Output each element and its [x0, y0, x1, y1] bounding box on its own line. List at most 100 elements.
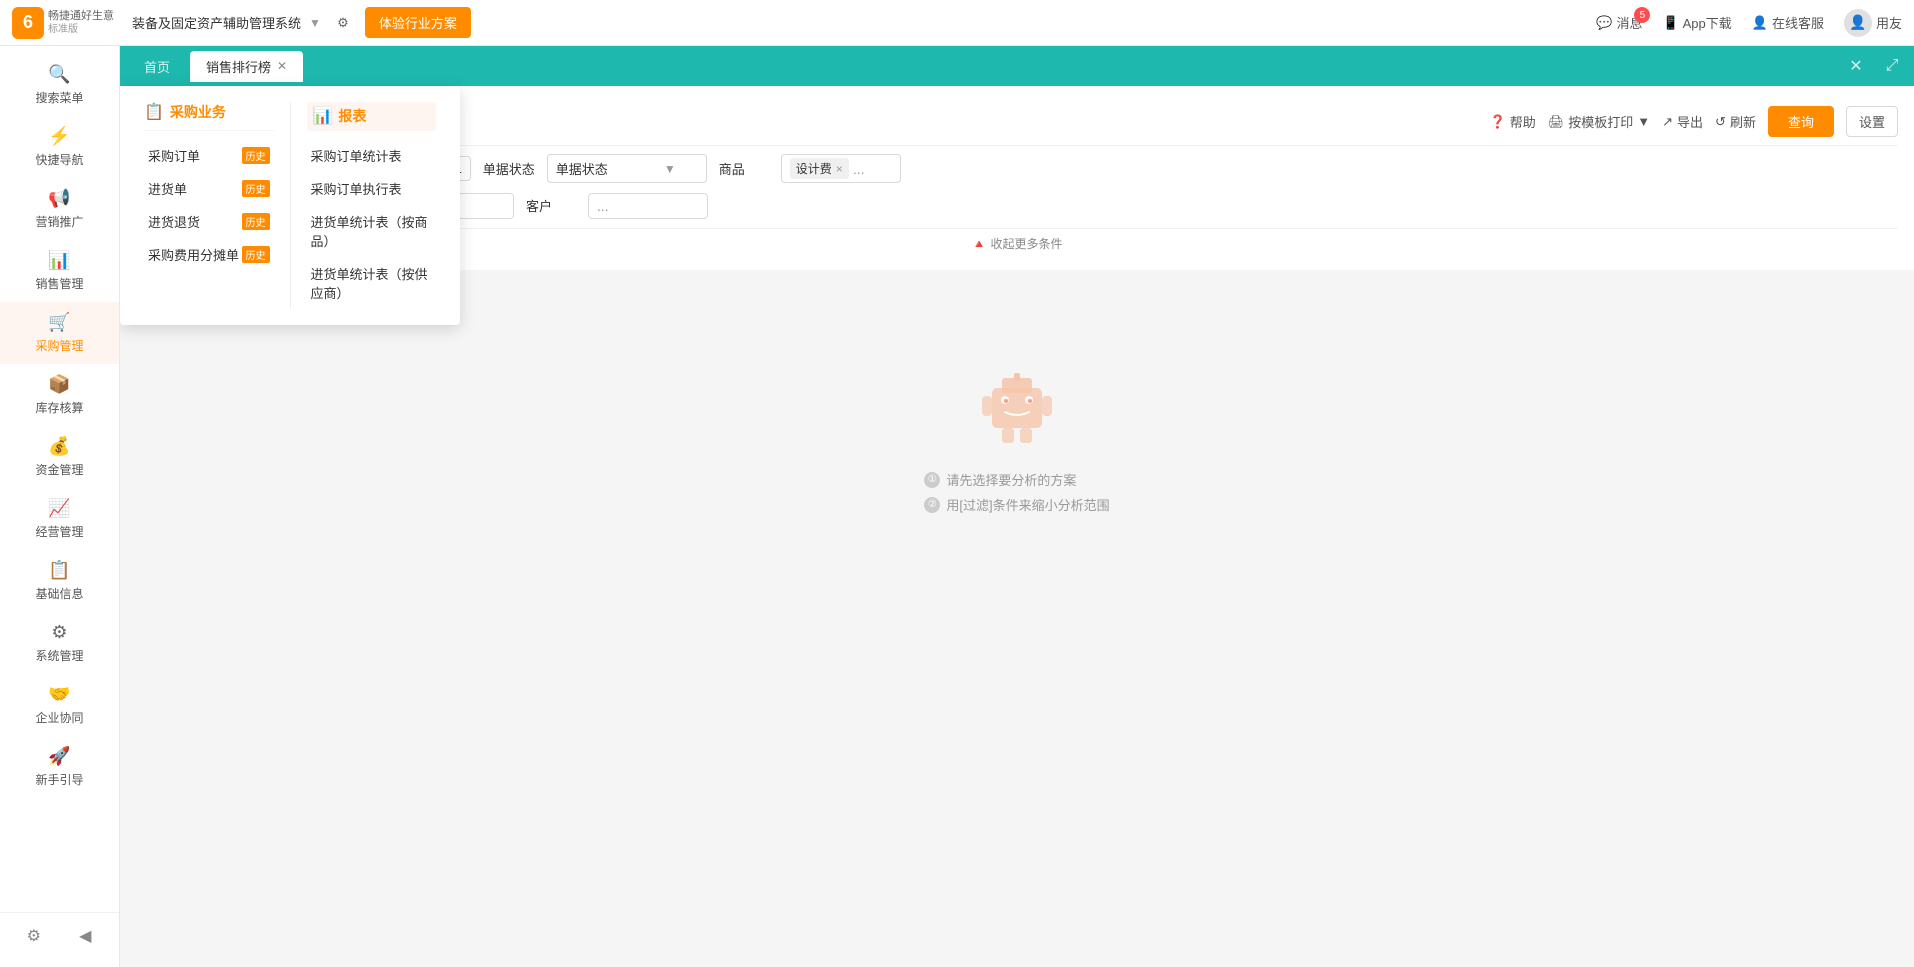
sidebar-item-sales[interactable]: 📊 销售管理 — [0, 240, 119, 302]
sidebar-item-operations[interactable]: 📈 经营管理 — [0, 488, 119, 550]
sidebar-item-search[interactable]: 🔍 搜索菜单 — [0, 54, 119, 116]
refresh-btn[interactable]: ↺ 刷新 — [1715, 112, 1756, 131]
box-icon: 📦 — [48, 374, 70, 395]
purchase-expense-history-tag: 历史 — [242, 246, 270, 263]
stock-return-label: 进货退货 — [148, 212, 200, 231]
purchase-order-history-tag: 历史 — [242, 147, 270, 164]
logo-area: 6 畅捷通好生意 标准版 — [12, 7, 132, 39]
sidebar-item-nav[interactable]: ⚡ 快捷导航 — [0, 116, 119, 178]
customer-service-btn[interactable]: 👤 在线客服 — [1752, 13, 1824, 32]
print-label: 按模板打印 — [1568, 112, 1633, 131]
help-btn[interactable]: ❓ 帮助 — [1490, 112, 1536, 131]
goods-more-btn[interactable]: ... — [853, 161, 865, 177]
status-placeholder: 单据状态 — [556, 159, 608, 178]
empty-tip-1: ① 请先选择要分析的方案 — [924, 470, 1109, 489]
sidebar: 🔍 搜索菜单 ⚡ 快捷导航 📢 营销推广 📊 销售管理 🛒 采购管理 📦 库存核… — [0, 46, 120, 967]
customer-more-btn[interactable]: ... — [597, 198, 609, 214]
speaker-icon: 📢 — [48, 188, 70, 209]
refresh-label: 刷新 — [1730, 112, 1756, 131]
tab-home-label: 首页 — [144, 57, 170, 76]
sidebar-item-purchase[interactable]: 🛒 采购管理 — [0, 302, 119, 364]
tab-expand-btn[interactable]: ⤢ — [1878, 52, 1906, 80]
stock-return-item[interactable]: 进货退货 历史 — [144, 205, 274, 238]
industry-btn[interactable]: 体验行业方案 — [365, 7, 471, 38]
query-button[interactable]: 查询 — [1768, 106, 1834, 137]
goods-filter[interactable]: 设计费 × ... — [781, 154, 901, 183]
purchase-order-item[interactable]: 采购订单 历史 — [144, 139, 274, 172]
app-download-btn[interactable]: 📱 App下载 — [1662, 13, 1731, 32]
cart-icon: 🛒 — [48, 312, 70, 333]
user-btn[interactable]: 👤 用友 — [1844, 9, 1902, 37]
purchase-expense-item[interactable]: 采购费用分摊单 历史 — [144, 238, 274, 271]
phone-icon: 📱 — [1662, 15, 1678, 31]
purchase-order-exec-item[interactable]: 采购订单执行表 — [307, 172, 437, 205]
logo-line1: 畅捷通好生意 — [48, 9, 114, 23]
purchase-dropdown-menu: 📋 采购业务 采购订单 历史 进货单 历史 进货退货 历史 采购费用分摊单 — [120, 86, 460, 325]
help-label: 帮助 — [1510, 112, 1536, 131]
purchase-business-icon: 📋 — [144, 102, 164, 122]
sidebar-item-inventory[interactable]: 📦 库存核算 — [0, 364, 119, 426]
tab-bar-right: ✕ ⤢ — [1842, 52, 1906, 80]
tip-1-text: 请先选择要分析的方案 — [946, 470, 1076, 489]
print-arrow-icon: ▼ — [1637, 114, 1650, 129]
status-dropdown-arrow: ▼ — [664, 162, 676, 176]
expand-icon: ⤢ — [1886, 57, 1899, 75]
sidebar-item-label: 新手引导 — [35, 771, 83, 788]
sidebar-collapse-btn[interactable]: ◀ — [70, 921, 100, 951]
money-icon: 💰 — [48, 436, 70, 457]
stock-return-history-tag: 历史 — [242, 213, 270, 230]
search-icon: 🔍 — [48, 64, 70, 85]
goods-tag-close[interactable]: × — [836, 162, 843, 176]
tab-home[interactable]: 首页 — [128, 51, 186, 82]
setup-button[interactable]: 设置 — [1846, 106, 1898, 137]
purchase-business-label: 采购业务 — [170, 102, 226, 122]
stock-in-stats-supplier-item[interactable]: 进货单统计表（按供应商） — [307, 257, 437, 309]
sidebar-item-marketing[interactable]: 📢 营销推广 — [0, 178, 119, 240]
stock-in-stats-goods-item[interactable]: 进货单统计表（按商品） — [307, 205, 437, 257]
purchase-report-icon: 📊 — [313, 106, 333, 126]
purchase-report-label: 报表 — [338, 106, 366, 126]
settings-icon-btn[interactable]: ⚙ — [329, 9, 357, 37]
sidebar-item-label: 搜索菜单 — [35, 89, 83, 106]
purchase-report-col: 📊 报表 采购订单统计表 采购订单执行表 进货单统计表（按商品） 进货单统计表（… — [299, 102, 445, 309]
empty-tips: ① 请先选择要分析的方案 ② 用[过滤]条件来缩小分析范围 — [924, 470, 1109, 514]
print-btn[interactable]: 🖨 按模板打印 ▼ — [1548, 112, 1650, 131]
handshake-icon: 🤝 — [48, 684, 70, 705]
gear-icon: ⚙ — [337, 15, 349, 31]
stock-in-item[interactable]: 进货单 历史 — [144, 172, 274, 205]
sidebar-item-newbie[interactable]: 🚀 新手引导 — [0, 736, 119, 798]
stock-in-history-tag: 历史 — [242, 180, 270, 197]
header-right: 💬 消息 5 📱 App下载 👤 在线客服 👤 用友 — [1596, 9, 1902, 37]
rocket-icon: 🚀 — [48, 746, 70, 767]
sidebar-item-finance[interactable]: 💰 资金管理 — [0, 426, 119, 488]
sidebar-settings-btn[interactable]: ⚙ — [19, 921, 49, 951]
sidebar-item-label: 企业协同 — [35, 709, 83, 726]
chevron-down-icon[interactable]: ▼ — [309, 16, 321, 30]
export-btn[interactable]: ↗ 导出 — [1662, 112, 1703, 131]
trending-icon: 📈 — [48, 498, 70, 519]
message-badge: 5 — [1634, 7, 1650, 23]
avatar: 👤 — [1844, 9, 1872, 37]
message-btn[interactable]: 💬 消息 5 — [1596, 13, 1642, 32]
sidebar-item-enterprise[interactable]: 🤝 企业协同 — [0, 674, 119, 736]
lightning-icon: ⚡ — [48, 126, 70, 147]
tab-close-icon[interactable]: ✕ — [277, 59, 287, 73]
tip-2-num: ② — [924, 497, 940, 513]
sidebar-item-basic-info[interactable]: 📋 基础信息 — [0, 550, 119, 612]
customer-filter[interactable]: ... — [588, 193, 708, 219]
tab-sales-ranking[interactable]: 销售排行榜 ✕ — [190, 51, 303, 82]
sidebar-item-label: 销售管理 — [35, 275, 83, 292]
goods-tag: 设计费 × — [790, 158, 849, 179]
purchase-order-stats-label: 采购订单统计表 — [311, 146, 402, 165]
export-label: 导出 — [1677, 112, 1703, 131]
empty-state: ① 请先选择要分析的方案 ② 用[过滤]条件来缩小分析范围 — [120, 278, 1914, 594]
tab-sales-ranking-label: 销售排行榜 — [206, 57, 271, 76]
status-select[interactable]: 单据状态 ▼ — [547, 154, 707, 183]
dropdown-divider — [290, 102, 291, 309]
logo-line2: 标准版 — [48, 23, 114, 36]
sidebar-item-system[interactable]: ⚙ 系统管理 — [0, 612, 119, 674]
empty-illustration — [967, 358, 1067, 458]
tip-1-num: ① — [924, 472, 940, 488]
tab-close-all-btn[interactable]: ✕ — [1842, 52, 1870, 80]
purchase-order-stats-item[interactable]: 采购订单统计表 — [307, 139, 437, 172]
